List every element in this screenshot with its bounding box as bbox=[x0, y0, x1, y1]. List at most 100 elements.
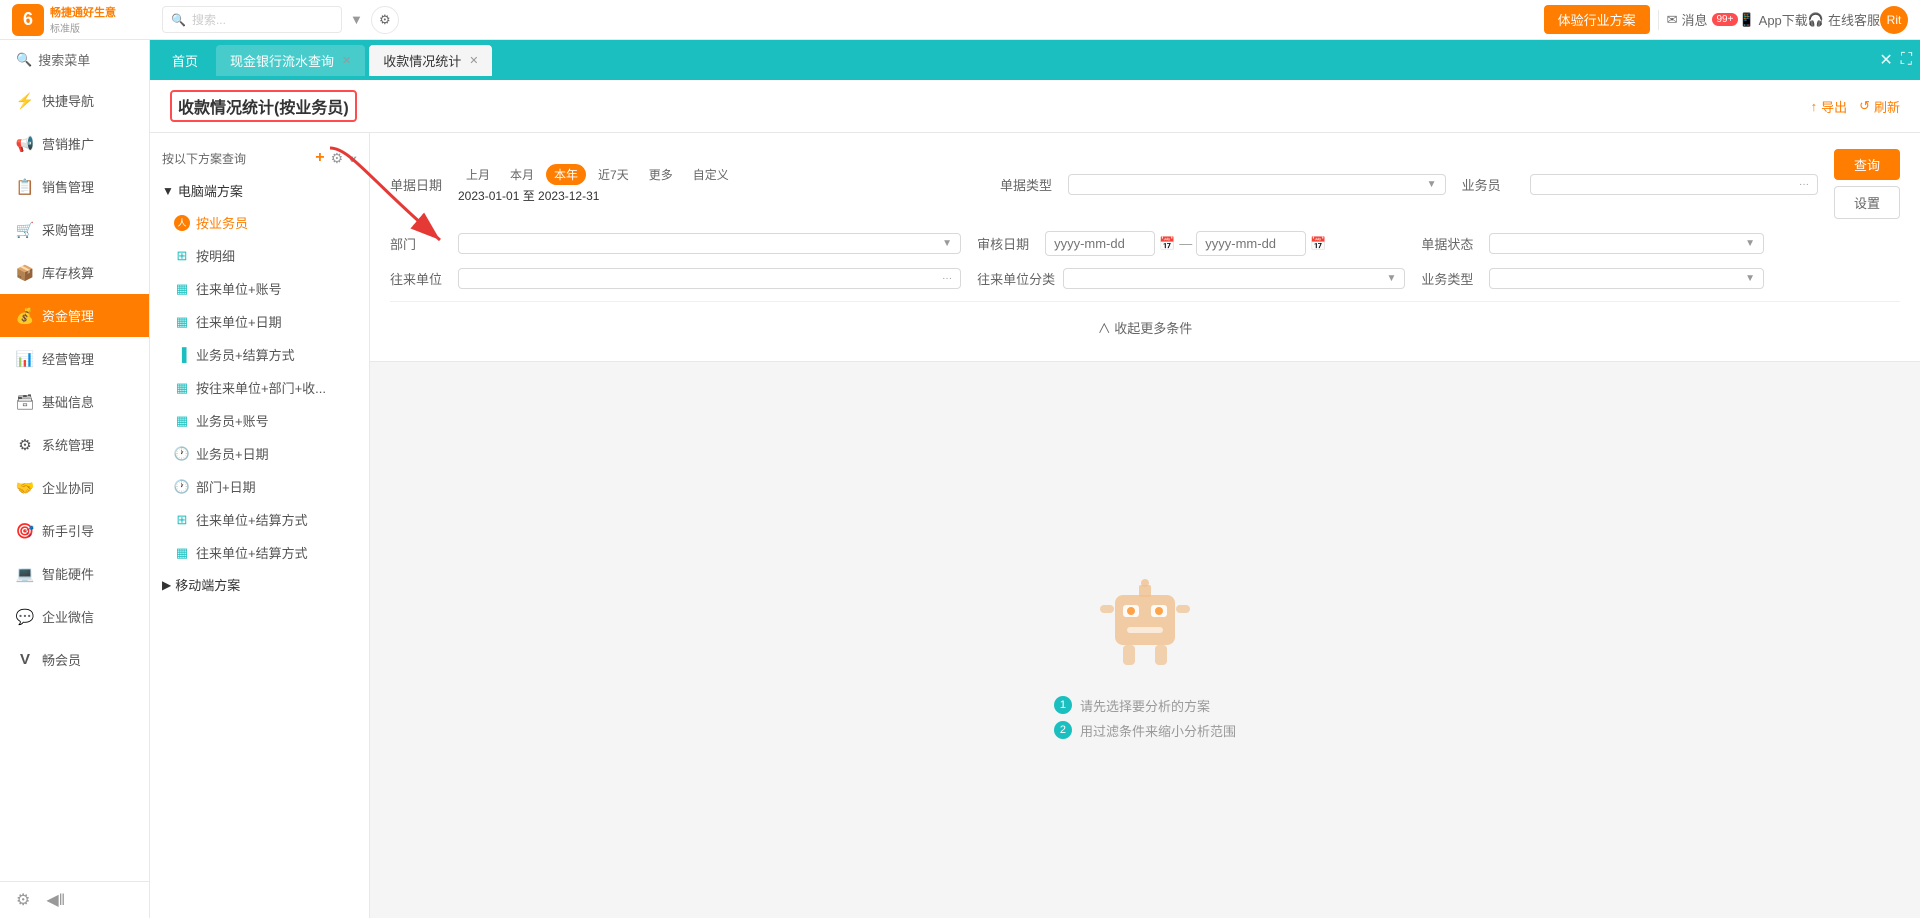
sidebar-item-enterprise[interactable]: 🤝 企业协同 bbox=[0, 466, 149, 509]
counterparty-type-select[interactable]: ▼ bbox=[1063, 268, 1405, 289]
sidebar-search[interactable]: 🔍 搜索菜单 bbox=[0, 40, 149, 79]
online-service-action[interactable]: 🎧 在线客服 bbox=[1808, 10, 1880, 29]
filter-doc-status: 单据状态 ▼ bbox=[1421, 233, 1764, 254]
scheme-group-pc-header[interactable]: ▼ 电脑端方案 bbox=[150, 175, 369, 206]
export-button[interactable]: ↑ 导出 bbox=[1811, 97, 1848, 116]
sidebar-settings-icon[interactable]: ⚙ bbox=[16, 890, 30, 910]
scheme-item-by-salesperson[interactable]: 人 按业务员 bbox=[150, 206, 369, 239]
doc-status-select[interactable]: ▼ bbox=[1489, 233, 1764, 254]
biz-type-select[interactable]: ▼ bbox=[1489, 268, 1764, 289]
review-date-end[interactable] bbox=[1196, 231, 1306, 256]
query-button[interactable]: 查询 bbox=[1834, 149, 1900, 180]
date-tab-this-year[interactable]: 本年 bbox=[546, 164, 586, 185]
system-icon: ⚙ bbox=[16, 436, 34, 454]
sidebar-collapse-icon[interactable]: ◀‖ bbox=[46, 890, 65, 910]
sidebar-item-label: 智能硬件 bbox=[42, 564, 94, 583]
scheme-item-counterparty-settlement1[interactable]: ⊞ 往来单位+结算方式 bbox=[150, 503, 369, 536]
review-date-start[interactable] bbox=[1045, 231, 1155, 256]
counterparty-control: ··· bbox=[458, 268, 961, 289]
guide-icon: 🎯 bbox=[16, 522, 34, 540]
tab-collection-stats-close[interactable]: ✕ bbox=[469, 54, 478, 67]
scheme-item-by-counterparty-dept[interactable]: ▦ 按往来单位+部门+收... bbox=[150, 371, 369, 404]
biz-type-arrow: ▼ bbox=[1745, 273, 1755, 284]
doc-type-select[interactable]: ▼ bbox=[1068, 174, 1446, 195]
dept-select[interactable]: ▼ bbox=[458, 233, 961, 254]
messages-action[interactable]: ✉ 消息 99+ bbox=[1667, 10, 1739, 29]
date-tab-last-month[interactable]: 上月 bbox=[458, 164, 498, 185]
filter-review-date: 审核日期 📅 — 📅 bbox=[977, 231, 1405, 256]
tab-bar: 首页 现金银行流水查询 ✕ 收款情况统计 ✕ ✕ ⛶ bbox=[150, 40, 1920, 80]
sidebar-item-label: 经营管理 bbox=[42, 349, 94, 368]
sidebar-item-marketing[interactable]: 📢 营销推广 bbox=[0, 122, 149, 165]
scheme-item-counterparty-account[interactable]: ▦ 往来单位+账号 bbox=[150, 272, 369, 305]
sidebar-item-guide[interactable]: 🎯 新手引导 bbox=[0, 509, 149, 552]
trial-button[interactable]: 体验行业方案 bbox=[1544, 5, 1650, 34]
sidebar-bottom: ⚙ ◀‖ bbox=[0, 881, 149, 918]
nav-search[interactable]: 🔍搜索... bbox=[162, 6, 342, 33]
date-tab-this-month[interactable]: 本月 bbox=[502, 164, 542, 185]
page-title: 收款情况统计(按业务员) bbox=[170, 90, 357, 122]
sidebar-item-smart-hw[interactable]: 💻 智能硬件 bbox=[0, 552, 149, 595]
refresh-button[interactable]: ↺ 刷新 bbox=[1859, 97, 1900, 116]
sidebar-item-purchase[interactable]: 🛒 采购管理 bbox=[0, 208, 149, 251]
tab-close-btn[interactable]: ✕ bbox=[1879, 50, 1892, 70]
scheme-item-by-detail[interactable]: ⊞ 按明细 bbox=[150, 239, 369, 272]
nav-dropdown-icon[interactable]: ▼ bbox=[350, 12, 363, 27]
scheme-group-mobile-header[interactable]: ▶ 移动端方案 bbox=[150, 569, 369, 600]
tab-bank-flow-close[interactable]: ✕ bbox=[342, 54, 351, 67]
scheme-item-label: 部门+日期 bbox=[196, 477, 256, 496]
sidebar-item-system[interactable]: ⚙ 系统管理 bbox=[0, 423, 149, 466]
scheme-item-salesperson-settlement[interactable]: ▐ 业务员+结算方式 bbox=[150, 338, 369, 371]
scheme-item-icon: ▦ bbox=[174, 413, 190, 429]
filter-section: 单据日期 上月 本月 本年 近7天 更多 自定义 bbox=[370, 133, 1920, 362]
sidebar-search-label: 搜索菜单 bbox=[38, 50, 90, 69]
sidebar-item-member[interactable]: V 畅会员 bbox=[0, 638, 149, 681]
salesperson-label: 业务员 bbox=[1462, 175, 1522, 194]
scheme-add-button[interactable]: + bbox=[315, 149, 324, 167]
page-content: 收款情况统计(按业务员) ↑ 导出 ↺ 刷新 bbox=[150, 80, 1920, 918]
scheme-item-salesperson-date[interactable]: 🕐 业务员+日期 bbox=[150, 437, 369, 470]
scheme-item-label: 按业务员 bbox=[196, 213, 248, 232]
sidebar-item-basic-info[interactable]: 🗃 基础信息 bbox=[0, 380, 149, 423]
salesperson-select[interactable]: ··· bbox=[1530, 174, 1818, 195]
tab-collection-stats[interactable]: 收款情况统计 ✕ bbox=[369, 45, 492, 76]
counterparty-type-arrow: ▼ bbox=[1386, 273, 1396, 284]
sidebar-item-operations[interactable]: 📊 经营管理 bbox=[0, 337, 149, 380]
date-tab-more[interactable]: 更多 bbox=[641, 164, 681, 185]
scheme-group-pc: ▼ 电脑端方案 人 按业务员 ⊞ 按明细 bbox=[150, 175, 369, 569]
scheme-item-dept-date[interactable]: 🕐 部门+日期 bbox=[150, 470, 369, 503]
date-tab-7days[interactable]: 近7天 bbox=[590, 164, 637, 185]
app-download-action[interactable]: 📱 App下载 bbox=[1738, 10, 1807, 29]
doc-type-label: 单据类型 bbox=[1000, 175, 1060, 194]
sidebar-item-inventory[interactable]: 📦 库存核算 bbox=[0, 251, 149, 294]
tab-expand-btn[interactable]: ⛶ bbox=[1901, 50, 1912, 70]
settings-button[interactable]: 设置 bbox=[1834, 186, 1900, 219]
scheme-panel-title: 按以下方案查询 bbox=[162, 150, 246, 167]
scheme-item-counterparty-settlement2[interactable]: ▦ 往来单位+结算方式 bbox=[150, 536, 369, 569]
collapse-button[interactable]: ∧ 收起更多条件 bbox=[390, 310, 1900, 345]
tab-home[interactable]: 首页 bbox=[158, 45, 212, 76]
collapse-row: ∧ 收起更多条件 bbox=[390, 301, 1900, 345]
purchase-icon: 🛒 bbox=[16, 221, 34, 239]
settings-icon[interactable]: ⚙ bbox=[371, 6, 399, 34]
sidebar-item-wechat[interactable]: 💬 企业微信 bbox=[0, 595, 149, 638]
page-header-actions: ↑ 导出 ↺ 刷新 bbox=[1811, 97, 1900, 116]
date-tab-custom[interactable]: 自定义 bbox=[685, 164, 737, 185]
sidebar-item-finance[interactable]: 💰 资金管理 bbox=[0, 294, 149, 337]
scheme-collapse-button[interactable]: « bbox=[349, 149, 357, 167]
scheme-settings-button[interactable]: ⚙ bbox=[331, 149, 344, 167]
sidebar-item-sales[interactable]: 📋 销售管理 bbox=[0, 165, 149, 208]
counterparty-label: 往来单位 bbox=[390, 269, 450, 288]
scheme-item-salesperson-account[interactable]: ▦ 业务员+账号 bbox=[150, 404, 369, 437]
tab-actions: ✕ ⛶ bbox=[1879, 50, 1912, 70]
counterparty-select[interactable]: ··· bbox=[458, 268, 961, 289]
date-dash: — bbox=[1179, 236, 1192, 251]
scheme-panel-actions: + ⚙ « bbox=[315, 149, 357, 167]
sidebar-item-quick-nav[interactable]: ⚡ 快捷导航 bbox=[0, 79, 149, 122]
user-avatar[interactable]: Rit bbox=[1880, 6, 1908, 34]
counterparty-more: ··· bbox=[942, 273, 952, 284]
member-icon: V bbox=[16, 651, 34, 669]
tab-bank-flow[interactable]: 现金银行流水查询 ✕ bbox=[216, 45, 365, 76]
counterparty-type-label: 往来单位分类 bbox=[977, 269, 1055, 288]
scheme-item-counterparty-date[interactable]: ▦ 往来单位+日期 bbox=[150, 305, 369, 338]
